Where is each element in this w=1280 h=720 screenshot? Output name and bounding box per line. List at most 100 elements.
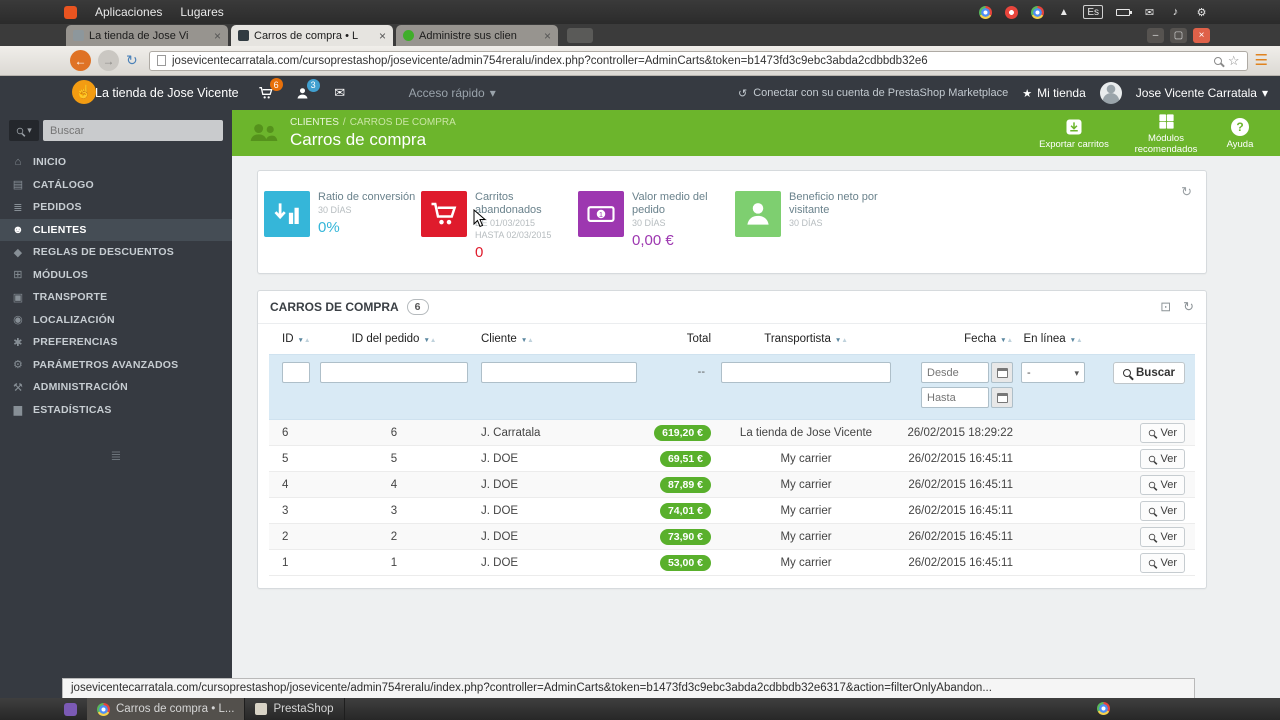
column-header-customer[interactable]: Cliente (469, 333, 639, 345)
column-header-id[interactable]: ID (269, 333, 319, 345)
view-cart-button[interactable]: Ver (1140, 526, 1185, 547)
bookmark-star-icon[interactable] (1228, 53, 1240, 69)
table-row[interactable]: 2 2 J. DOE 73,90 € My carrier 26/02/2015… (269, 524, 1195, 550)
sort-icons[interactable] (1070, 333, 1083, 345)
browser-tab-active[interactable]: Carros de compra • L (231, 25, 393, 46)
address-bar[interactable] (149, 50, 1248, 71)
sort-icons[interactable] (1000, 333, 1013, 345)
messages-icon[interactable]: ✉ (1143, 5, 1156, 20)
search-scope-button[interactable] (9, 120, 39, 141)
sidebar-search (0, 110, 232, 151)
keyboard-layout-indicator[interactable]: Es (1083, 5, 1103, 19)
table-row[interactable]: 3 3 J. DOE 74,01 € My carrier 26/02/2015… (269, 498, 1195, 524)
view-cart-button[interactable]: Ver (1140, 474, 1185, 495)
browser-tab[interactable]: Administre sus clien (396, 25, 558, 46)
my-shop-link[interactable]: Mi tienda (1022, 86, 1086, 100)
user-menu[interactable]: Jose Vicente Carratala (1136, 86, 1268, 100)
sidebar-item[interactable]: ✱ PREFERENCIAS (0, 331, 232, 354)
sidebar-search-input[interactable] (43, 120, 223, 141)
sidebar-item[interactable]: ⊞ MÓDULOS (0, 264, 232, 287)
places-menu[interactable]: Lugares (171, 0, 232, 24)
search-icon[interactable] (1213, 56, 1222, 65)
network-icon[interactable]: ▲ (1057, 5, 1070, 20)
session-gear-icon[interactable]: ⚙ (1195, 5, 1208, 20)
applications-menu[interactable]: Aplicaciones (86, 0, 171, 24)
sort-icons[interactable] (521, 333, 534, 345)
filter-online-select[interactable]: - (1021, 362, 1085, 383)
table-row[interactable]: 6 6 J. Carratala 619,20 € La tienda de J… (269, 420, 1195, 446)
shop-name-link[interactable]: La tienda de Jose Vicente (95, 86, 239, 100)
battery-icon[interactable] (1116, 8, 1132, 16)
screen-recorder-icon[interactable] (1005, 5, 1019, 19)
sort-icons[interactable] (298, 333, 311, 345)
reload-button[interactable] (126, 52, 142, 69)
export-carts-button[interactable]: Exportar carritos (1030, 117, 1118, 150)
export-icon[interactable] (1160, 298, 1171, 316)
screen: Aplicaciones Lugares ▲ Es ✉ ♪ ⚙ La tienda de… (0, 0, 1280, 720)
tab-close-icon[interactable] (379, 29, 386, 43)
column-header-date[interactable]: Fecha (901, 333, 1013, 345)
sidebar-item[interactable]: ▣ TRANSPORTE (0, 286, 232, 309)
column-header-carrier[interactable]: Transportista (711, 333, 901, 345)
tab-close-icon[interactable] (544, 29, 551, 43)
cart-icon[interactable]: 6 (256, 78, 283, 101)
filter-date-to-input[interactable] (921, 387, 989, 408)
quick-access-menu[interactable]: Acceso rápido (409, 86, 496, 100)
sidebar-item[interactable]: ◆ REGLAS DE DESCUENTOS (0, 241, 232, 264)
sidebar-item[interactable]: ◉ LOCALIZACIÓN (0, 309, 232, 332)
sidebar-item[interactable]: ≣ PEDIDOS (0, 196, 232, 219)
recommended-modules-button[interactable]: Módulos recomendados (1122, 111, 1210, 155)
tab-close-icon[interactable] (214, 29, 221, 43)
chrome-icon[interactable] (1097, 702, 1110, 715)
chrome-icon[interactable] (1031, 5, 1045, 19)
search-button[interactable]: Buscar (1113, 362, 1185, 384)
filter-date-from-input[interactable] (921, 362, 989, 383)
view-cart-button[interactable]: Ver (1140, 448, 1185, 469)
filter-customer-input[interactable] (481, 362, 637, 383)
messages-icon[interactable] (330, 85, 350, 101)
customers-header-icon[interactable]: 3 (293, 78, 320, 101)
filter-carrier-input[interactable] (721, 362, 891, 383)
close-button[interactable]: × (1193, 28, 1210, 43)
browser-tab[interactable]: La tienda de Jose Vi (66, 25, 228, 46)
view-cart-button[interactable]: Ver (1140, 500, 1185, 521)
sidebar-item[interactable]: ▆ ESTADÍSTICAS (0, 399, 232, 422)
table-row[interactable]: 1 1 J. DOE 53,00 € My carrier 26/02/2015… (269, 550, 1195, 576)
calendar-icon[interactable] (991, 362, 1013, 383)
minimize-button[interactable]: – (1147, 28, 1164, 43)
help-button[interactable]: Ayuda (1214, 117, 1266, 150)
refresh-kpi-icon[interactable] (1181, 183, 1192, 201)
view-cart-button[interactable]: Ver (1140, 422, 1185, 443)
taskbar-item-prestashop[interactable]: PrestaShop (245, 698, 345, 720)
window-list-icon[interactable] (64, 702, 77, 716)
browser-menu-icon[interactable] (1255, 51, 1268, 70)
sort-icons[interactable] (835, 333, 848, 345)
table-row[interactable]: 4 4 J. DOE 87,89 € My carrier 26/02/2015… (269, 472, 1195, 498)
forward-button[interactable] (98, 50, 119, 71)
sidebar-item[interactable]: ⌂ INICIO (0, 151, 232, 174)
marketplace-link[interactable]: Conectar con su cuenta de PrestaShop Mar… (738, 87, 1008, 100)
sidebar-item[interactable]: ⚙ PARÁMETROS AVANZADOS (0, 354, 232, 377)
volume-icon[interactable]: ♪ (1169, 5, 1182, 20)
chrome-icon[interactable] (979, 5, 993, 19)
breadcrumb-parent[interactable]: CLIENTES (290, 117, 339, 128)
sidebar-item[interactable]: ☻ CLIENTES (0, 218, 232, 241)
url-input[interactable] (172, 54, 1208, 67)
sort-icons[interactable] (423, 333, 436, 345)
filter-order-id-input[interactable] (320, 362, 468, 383)
column-header-order-id[interactable]: ID del pedido (319, 333, 469, 345)
table-row[interactable]: 5 5 J. DOE 69,51 € My carrier 26/02/2015… (269, 446, 1195, 472)
maximize-button[interactable]: ▢ (1170, 28, 1187, 43)
back-button[interactable] (70, 50, 91, 71)
sidebar-item[interactable]: ▤ CATÁLOGO (0, 174, 232, 197)
net-profit-icon (735, 191, 781, 237)
calendar-icon[interactable] (991, 387, 1013, 408)
new-tab-button[interactable] (567, 28, 593, 43)
filter-id-input[interactable] (282, 362, 310, 383)
view-cart-button[interactable]: Ver (1140, 552, 1185, 573)
refresh-list-icon[interactable] (1183, 298, 1194, 316)
collapse-menu-icon[interactable] (0, 447, 232, 465)
taskbar-item-browser[interactable]: Carros de compra • L... (87, 698, 246, 720)
column-header-online[interactable]: En línea (1013, 333, 1093, 345)
sidebar-item[interactable]: ⚒ ADMINISTRACIÓN (0, 376, 232, 399)
